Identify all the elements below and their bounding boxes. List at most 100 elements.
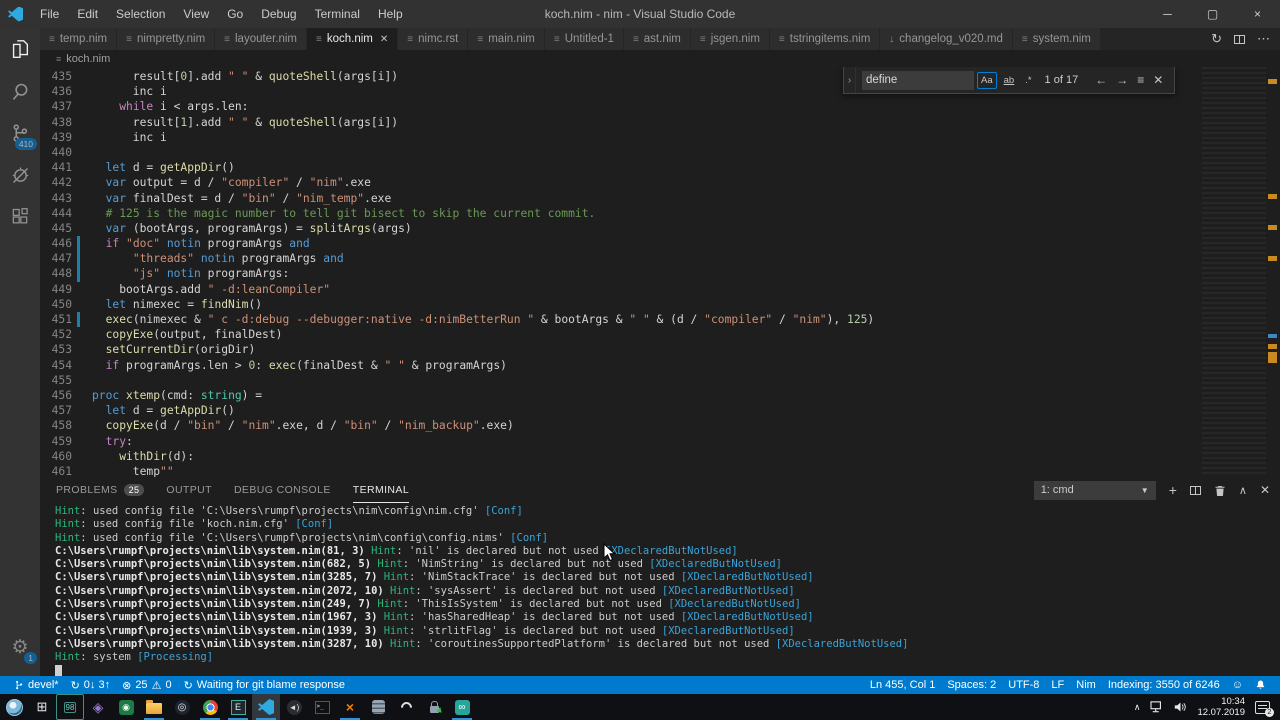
- menu-view[interactable]: View: [174, 0, 218, 28]
- panel-tab-terminal[interactable]: TERMINAL: [352, 477, 410, 503]
- split-editor-icon[interactable]: [1234, 34, 1245, 44]
- code-line-441: 441 let d = getAppDir(): [40, 160, 1280, 175]
- sidebar-item-debug[interactable]: [0, 154, 40, 196]
- menu-help[interactable]: Help: [369, 0, 412, 28]
- sync-status[interactable]: ↻ 0↓ 3↑: [65, 679, 117, 692]
- panel-tab-problems[interactable]: PROBLEMS 25: [56, 477, 145, 503]
- spinner-icon: ↻: [183, 679, 193, 692]
- maximize-button[interactable]: ▢: [1190, 0, 1235, 28]
- code-line-454: 454 if programArgs.len > 0: exec(finalDe…: [40, 358, 1280, 373]
- editor-actions: ↻ ⋯: [1201, 28, 1280, 50]
- close-button[interactable]: ×: [1235, 0, 1280, 28]
- app-cd-tool[interactable]: ∞: [448, 694, 476, 720]
- regex-toggle[interactable]: .*: [1021, 72, 1035, 89]
- tab-jsgen.nim[interactable]: ≡ jsgen.nim: [690, 28, 770, 50]
- tab-nimc.rst[interactable]: ≡ nimc.rst: [398, 28, 469, 50]
- find-previous-icon[interactable]: ←: [1095, 73, 1107, 87]
- sidebar-item-explorer[interactable]: [0, 28, 40, 70]
- panel-tab-output[interactable]: OUTPUT: [166, 477, 212, 503]
- tab-label: main.nim: [488, 33, 535, 45]
- terminal-output[interactable]: Hint: used config file 'C:\Users\rumpf\p…: [40, 503, 1280, 676]
- tray-expand-icon[interactable]: ∧: [1134, 702, 1141, 713]
- encoding-status[interactable]: UTF-8: [1002, 679, 1045, 691]
- manage-button[interactable]: ⚙ 1: [0, 626, 40, 668]
- sync-icon[interactable]: ↻: [1211, 31, 1222, 47]
- new-terminal-icon[interactable]: +: [1169, 482, 1177, 498]
- problems-status[interactable]: ⊗ 25 ⚠ 0: [116, 679, 177, 692]
- tab-system.nim[interactable]: ≡ system.nim: [1012, 28, 1101, 50]
- close-icon[interactable]: ✕: [380, 34, 388, 45]
- app-grid-98[interactable]: 98: [56, 694, 84, 720]
- code-editor[interactable]: 435 result[0].add " " & quoteShell(args[…: [40, 67, 1280, 477]
- app-satellite-dish[interactable]: [392, 694, 420, 720]
- git-branch-status[interactable]: devel*: [8, 679, 65, 691]
- extensions-icon: [12, 208, 28, 224]
- terminal-select[interactable]: 1: cmd ▼: [1033, 480, 1156, 500]
- app-vscode[interactable]: [252, 694, 280, 720]
- tab-nimpretty.nim[interactable]: ≡ nimpretty.nim: [117, 28, 216, 50]
- tab-tstringitems.nim[interactable]: ≡ tstringitems.nim: [769, 28, 881, 50]
- app-obs[interactable]: ◎: [168, 694, 196, 720]
- file-explorer[interactable]: [140, 694, 168, 720]
- tab-changelog_v020.md[interactable]: ↓ changelog_v020.md: [880, 28, 1013, 50]
- breadcrumb[interactable]: ≡ koch.nim: [40, 50, 1280, 67]
- find-next-icon[interactable]: →: [1116, 73, 1128, 87]
- app-chrome[interactable]: [196, 694, 224, 720]
- find-close-icon[interactable]: ✕: [1153, 73, 1163, 87]
- app-editor-e[interactable]: E: [224, 694, 252, 720]
- tab-ast.nim[interactable]: ≡ ast.nim: [623, 28, 691, 50]
- app-database[interactable]: [364, 694, 392, 720]
- more-actions-icon[interactable]: ⋯: [1257, 31, 1270, 47]
- language-status[interactable]: Nim: [1070, 679, 1102, 691]
- start-button[interactable]: [0, 694, 28, 720]
- sidebar-item-search[interactable]: [0, 70, 40, 112]
- panel-tab-debug-console[interactable]: DEBUG CONSOLE: [234, 477, 331, 503]
- indentation-status[interactable]: Spaces: 2: [941, 679, 1002, 691]
- sidebar-item-source-control[interactable]: 410: [0, 112, 40, 154]
- split-terminal-icon[interactable]: [1189, 485, 1201, 495]
- match-case-toggle[interactable]: Aa: [977, 71, 997, 89]
- close-panel-icon[interactable]: ✕: [1260, 483, 1270, 497]
- task-view-button[interactable]: ⊞: [28, 694, 56, 720]
- app-terminal[interactable]: >_: [308, 694, 336, 720]
- tab-untitled-1[interactable]: ≡ Untitled-1: [544, 28, 624, 50]
- minimap[interactable]: [1202, 67, 1266, 477]
- taskbar-clock[interactable]: 10:34 12.07.2019: [1197, 696, 1245, 718]
- action-center-icon[interactable]: 2: [1255, 700, 1274, 717]
- app-x[interactable]: ×: [336, 694, 364, 720]
- ruler-mark: [1268, 194, 1277, 199]
- nim-file-icon: ≡: [407, 33, 414, 45]
- maximize-panel-icon[interactable]: ∧: [1239, 484, 1247, 497]
- menu-debug[interactable]: Debug: [252, 0, 305, 28]
- speaker-icon[interactable]: [1174, 701, 1187, 713]
- tab-temp.nim[interactable]: ≡ temp.nim: [40, 28, 118, 50]
- panel-header: PROBLEMS 25 OUTPUT DEBUG CONSOLE TERMINAL 1:…: [40, 477, 1280, 503]
- markdown-file-icon: ↓: [889, 33, 895, 45]
- find-in-selection-icon[interactable]: ≡: [1137, 73, 1144, 87]
- find-input[interactable]: [862, 70, 974, 90]
- eol-status[interactable]: LF: [1045, 679, 1070, 691]
- kill-terminal-icon[interactable]: [1214, 484, 1226, 497]
- tab-main.nim[interactable]: ≡ main.nim: [468, 28, 545, 50]
- feedback-button[interactable]: ☺: [1226, 679, 1249, 691]
- menu-terminal[interactable]: Terminal: [306, 0, 369, 28]
- tab-koch.nim[interactable]: ≡ koch.nim ✕: [307, 28, 399, 50]
- app-lock-sync[interactable]: [420, 694, 448, 720]
- debug-icon: [12, 166, 28, 183]
- app-keepass[interactable]: ◉: [112, 694, 140, 720]
- sidebar-item-extensions[interactable]: [0, 196, 40, 238]
- app-3d-box[interactable]: ◈: [84, 694, 112, 720]
- app-volume-mixer[interactable]: ◄): [280, 694, 308, 720]
- find-expand-icon[interactable]: ›: [844, 67, 856, 93]
- network-icon[interactable]: [1150, 701, 1164, 713]
- minimize-button[interactable]: ─: [1145, 0, 1190, 28]
- whole-word-toggle[interactable]: ab: [1000, 72, 1019, 89]
- menu-file[interactable]: File: [31, 0, 68, 28]
- menu-edit[interactable]: Edit: [68, 0, 107, 28]
- cursor-position-status[interactable]: Ln 455, Col 1: [864, 679, 941, 691]
- menu-go[interactable]: Go: [218, 0, 252, 28]
- tab-layouter.nim[interactable]: ≡ layouter.nim: [215, 28, 308, 50]
- notifications-button[interactable]: [1249, 679, 1272, 691]
- menu-selection[interactable]: Selection: [107, 0, 174, 28]
- tab-label: changelog_v020.md: [899, 33, 1003, 45]
